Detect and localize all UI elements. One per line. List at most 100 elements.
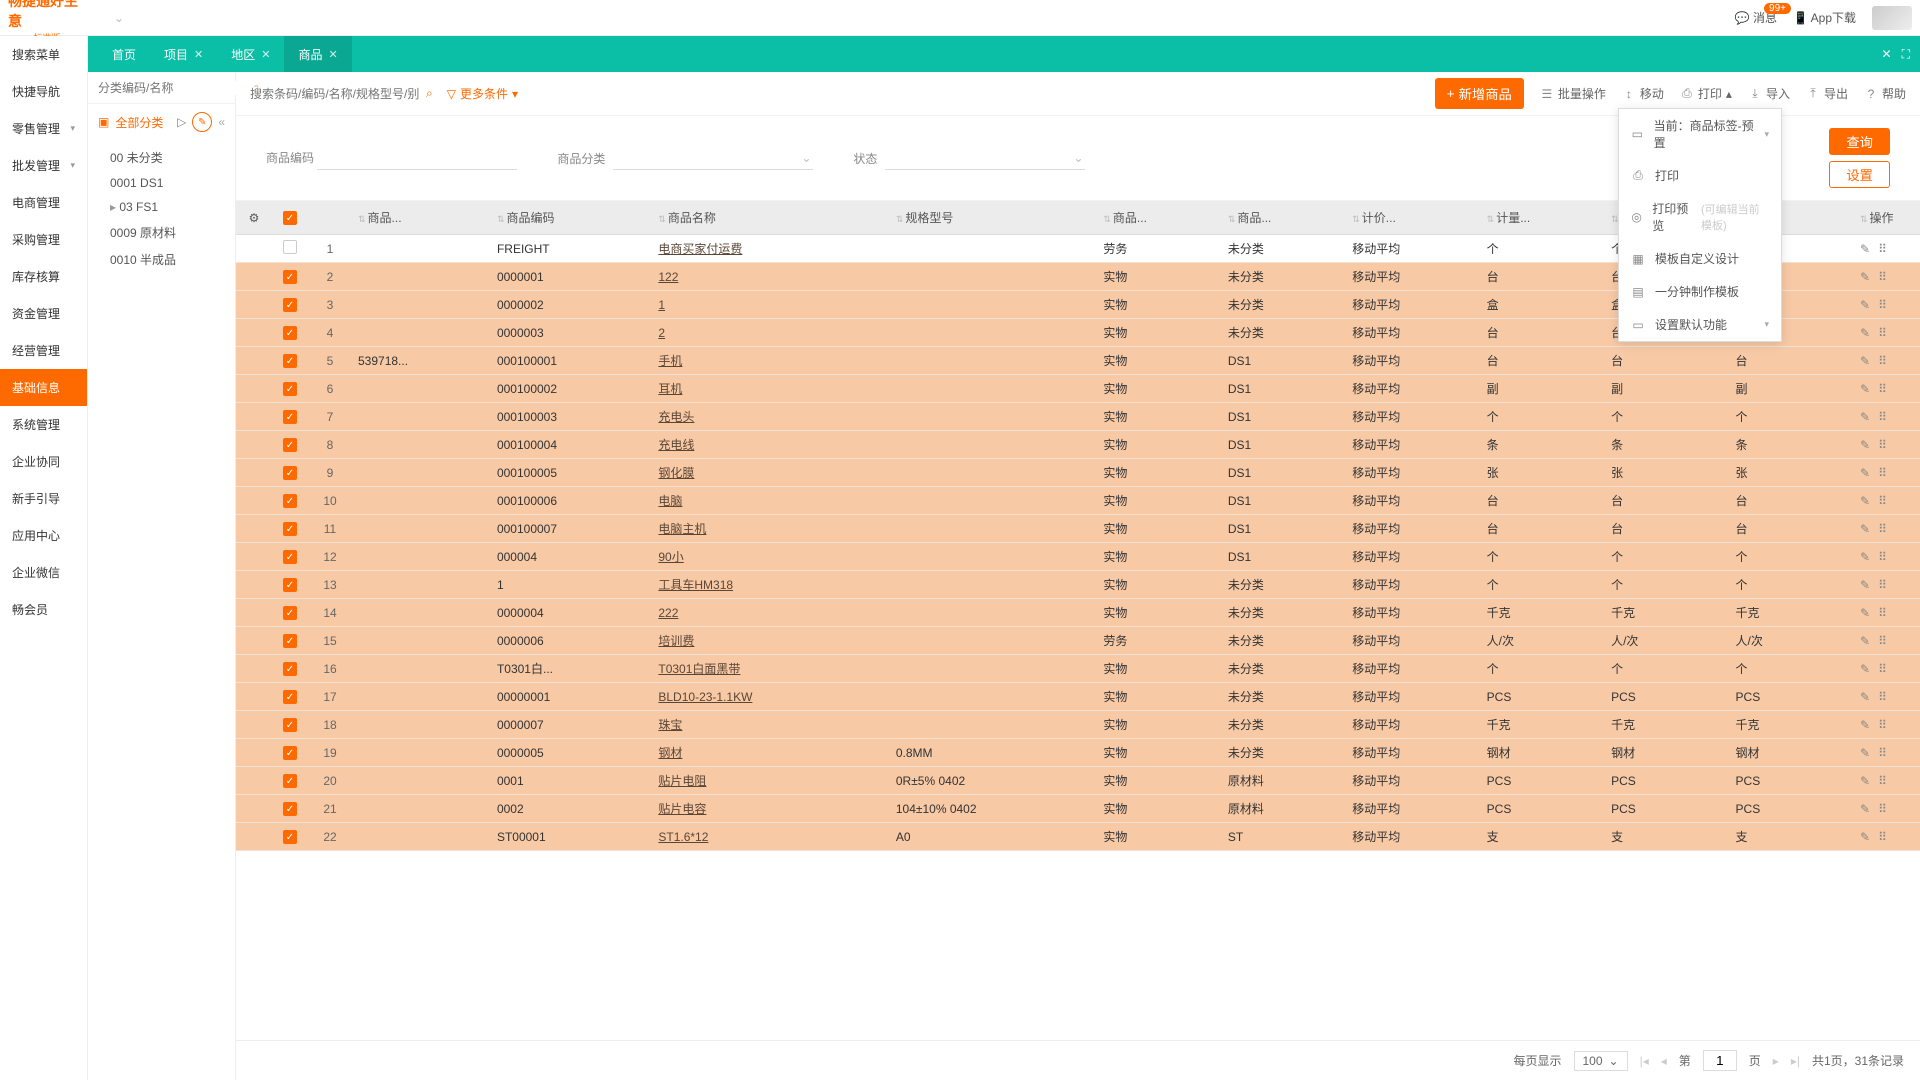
- tab[interactable]: 商品✕: [284, 36, 351, 72]
- dd-set-default[interactable]: ▭设置默认功能▾: [1619, 308, 1781, 341]
- edit-icon[interactable]: ✎: [1860, 802, 1870, 816]
- edit-icon[interactable]: ✎: [1860, 550, 1870, 564]
- product-name-link[interactable]: 培训费: [658, 634, 694, 648]
- row-checkbox[interactable]: ✓: [283, 270, 297, 284]
- table-row[interactable]: ✓5539718...000100001手机实物DS1移动平均台台台✎⠿: [236, 347, 1920, 375]
- pager-prev-icon[interactable]: ◂: [1661, 1054, 1667, 1068]
- more-icon[interactable]: ⠿: [1878, 774, 1887, 788]
- sidebar-item[interactable]: 基础信息: [0, 369, 87, 406]
- sidebar-item[interactable]: 零售管理▾: [0, 110, 87, 147]
- table-row[interactable]: ✓200001贴片电阻0R±5% 0402实物原材料移动平均PCSPCSPCS✎…: [236, 767, 1920, 795]
- search-icon[interactable]: ⌕: [426, 86, 433, 101]
- import-link[interactable]: ⤓导入: [1748, 85, 1790, 102]
- more-icon[interactable]: ⠿: [1878, 690, 1887, 704]
- column-header[interactable]: ⇅操作: [1854, 201, 1920, 235]
- more-icon[interactable]: ⠿: [1878, 242, 1887, 256]
- more-icon[interactable]: ⠿: [1878, 606, 1887, 620]
- product-name-link[interactable]: 2: [658, 326, 665, 340]
- edit-icon[interactable]: ✎: [1860, 466, 1870, 480]
- row-checkbox[interactable]: ✓: [283, 718, 297, 732]
- messages-link[interactable]: 💬 消息 99+: [1735, 9, 1777, 26]
- table-row[interactable]: ✓22ST00001ST1.6*12A0实物ST移动平均支支支✎⠿: [236, 823, 1920, 851]
- edit-icon[interactable]: ✎: [1860, 634, 1870, 648]
- product-name-link[interactable]: 手机: [658, 354, 682, 368]
- row-checkbox[interactable]: ✓: [283, 746, 297, 760]
- more-icon[interactable]: ⠿: [1878, 578, 1887, 592]
- table-row[interactable]: ✓180000007珠宝实物未分类移动平均千克千克千克✎⠿: [236, 711, 1920, 739]
- column-header[interactable]: ⇅规格型号: [890, 201, 1098, 235]
- row-checkbox[interactable]: ✓: [283, 326, 297, 340]
- tree-item[interactable]: 0009 原材料: [88, 219, 235, 246]
- search-button[interactable]: 查询: [1829, 128, 1890, 155]
- sidebar-item[interactable]: 经营管理: [0, 332, 87, 369]
- tab[interactable]: 首页: [98, 36, 150, 72]
- close-icon[interactable]: ✕: [329, 48, 338, 61]
- table-row[interactable]: ✓16T0301白...T0301白面黑带实物未分类移动平均个个个✎⠿: [236, 655, 1920, 683]
- product-name-link[interactable]: 钢化膜: [658, 466, 694, 480]
- toolbar-search-input[interactable]: [250, 87, 420, 101]
- product-name-link[interactable]: 90小: [658, 550, 683, 564]
- table-row[interactable]: ✓131工具车HM318实物未分类移动平均个个个✎⠿: [236, 571, 1920, 599]
- column-header[interactable]: ⇅商品编码: [491, 201, 652, 235]
- product-name-link[interactable]: 充电线: [658, 438, 694, 452]
- product-name-link[interactable]: 电脑主机: [658, 522, 706, 536]
- pager-last-icon[interactable]: ▸|: [1791, 1054, 1800, 1068]
- product-name-link[interactable]: 耳机: [658, 382, 682, 396]
- row-checkbox[interactable]: ✓: [283, 410, 297, 424]
- edit-icon[interactable]: ✎: [1860, 690, 1870, 704]
- table-row[interactable]: ✓10000100006电脑实物DS1移动平均台台台✎⠿: [236, 487, 1920, 515]
- column-header[interactable]: ⇅商品...: [1222, 201, 1346, 235]
- column-header[interactable]: ⇅商品...: [352, 201, 491, 235]
- table-row[interactable]: ✓190000005钢材0.8MM实物未分类移动平均钢材钢材钢材✎⠿: [236, 739, 1920, 767]
- more-icon[interactable]: ⠿: [1878, 326, 1887, 340]
- table-row[interactable]: ✓7000100003充电头实物DS1移动平均个个个✎⠿: [236, 403, 1920, 431]
- sidebar-item[interactable]: 资金管理: [0, 295, 87, 332]
- sidebar-item[interactable]: 新手引导: [0, 480, 87, 517]
- tab[interactable]: 项目✕: [150, 36, 217, 72]
- product-name-link[interactable]: 钢材: [658, 746, 682, 760]
- sidebar-item[interactable]: 电商管理: [0, 184, 87, 221]
- product-name-link[interactable]: 222: [658, 606, 678, 620]
- more-icon[interactable]: ⠿: [1878, 438, 1887, 452]
- tree-item[interactable]: ▸ 03 FS1: [88, 195, 235, 219]
- collapse-tree-icon[interactable]: «: [218, 115, 225, 129]
- more-icon[interactable]: ⠿: [1878, 410, 1887, 424]
- col-settings[interactable]: ⚙: [236, 201, 272, 235]
- product-name-link[interactable]: BLD10-23-1.1KW: [658, 690, 752, 704]
- close-icon[interactable]: ✕: [261, 48, 270, 61]
- product-name-link[interactable]: 122: [658, 270, 678, 284]
- tree-search-input[interactable]: [98, 81, 253, 95]
- tree-all-label[interactable]: 全部分类: [115, 114, 171, 131]
- sidebar-item[interactable]: 企业协同: [0, 443, 87, 480]
- dd-current-template[interactable]: ▭当前：商品标签-预置▾: [1619, 109, 1781, 159]
- row-checkbox[interactable]: ✓: [283, 438, 297, 452]
- filter-code-input[interactable]: [317, 146, 517, 170]
- column-header[interactable]: ⇅计量...: [1481, 201, 1605, 235]
- more-filters-link[interactable]: ▽ 更多条件 ▾: [447, 85, 518, 102]
- table-row[interactable]: ✓11000100007电脑主机实物DS1移动平均台台台✎⠿: [236, 515, 1920, 543]
- table-row[interactable]: ✓1200000490小实物DS1移动平均个个个✎⠿: [236, 543, 1920, 571]
- row-checkbox[interactable]: ✓: [283, 522, 297, 536]
- more-icon[interactable]: ⠿: [1878, 718, 1887, 732]
- pager-page-input[interactable]: [1703, 1050, 1737, 1071]
- more-icon[interactable]: ⠿: [1878, 662, 1887, 676]
- product-name-link[interactable]: 充电头: [658, 410, 694, 424]
- row-checkbox[interactable]: ✓: [283, 662, 297, 676]
- product-name-link[interactable]: 电脑: [658, 494, 682, 508]
- app-download-link[interactable]: 📱 App下载: [1793, 9, 1856, 26]
- help-link[interactable]: ?帮助: [1864, 85, 1906, 102]
- more-icon[interactable]: ⠿: [1878, 354, 1887, 368]
- row-checkbox[interactable]: ✓: [283, 830, 297, 844]
- export-link[interactable]: ⤒导出: [1806, 85, 1848, 102]
- more-icon[interactable]: ⠿: [1878, 382, 1887, 396]
- fullscreen-icon[interactable]: ⛶: [1902, 47, 1910, 62]
- product-name-link[interactable]: ST1.6*12: [658, 830, 708, 844]
- move-link[interactable]: ↕移动: [1622, 85, 1664, 102]
- sidebar-item[interactable]: 应用中心: [0, 517, 87, 554]
- table-row[interactable]: ✓1700000001BLD10-23-1.1KW实物未分类移动平均PCSPCS…: [236, 683, 1920, 711]
- row-checkbox[interactable]: ✓: [283, 578, 297, 592]
- dd-print-preview[interactable]: ◎打印预览(可编辑当前模板): [1619, 192, 1781, 242]
- more-icon[interactable]: ⠿: [1878, 746, 1887, 760]
- new-product-button[interactable]: + 新增商品: [1435, 78, 1524, 109]
- sidebar-item[interactable]: 批发管理▾: [0, 147, 87, 184]
